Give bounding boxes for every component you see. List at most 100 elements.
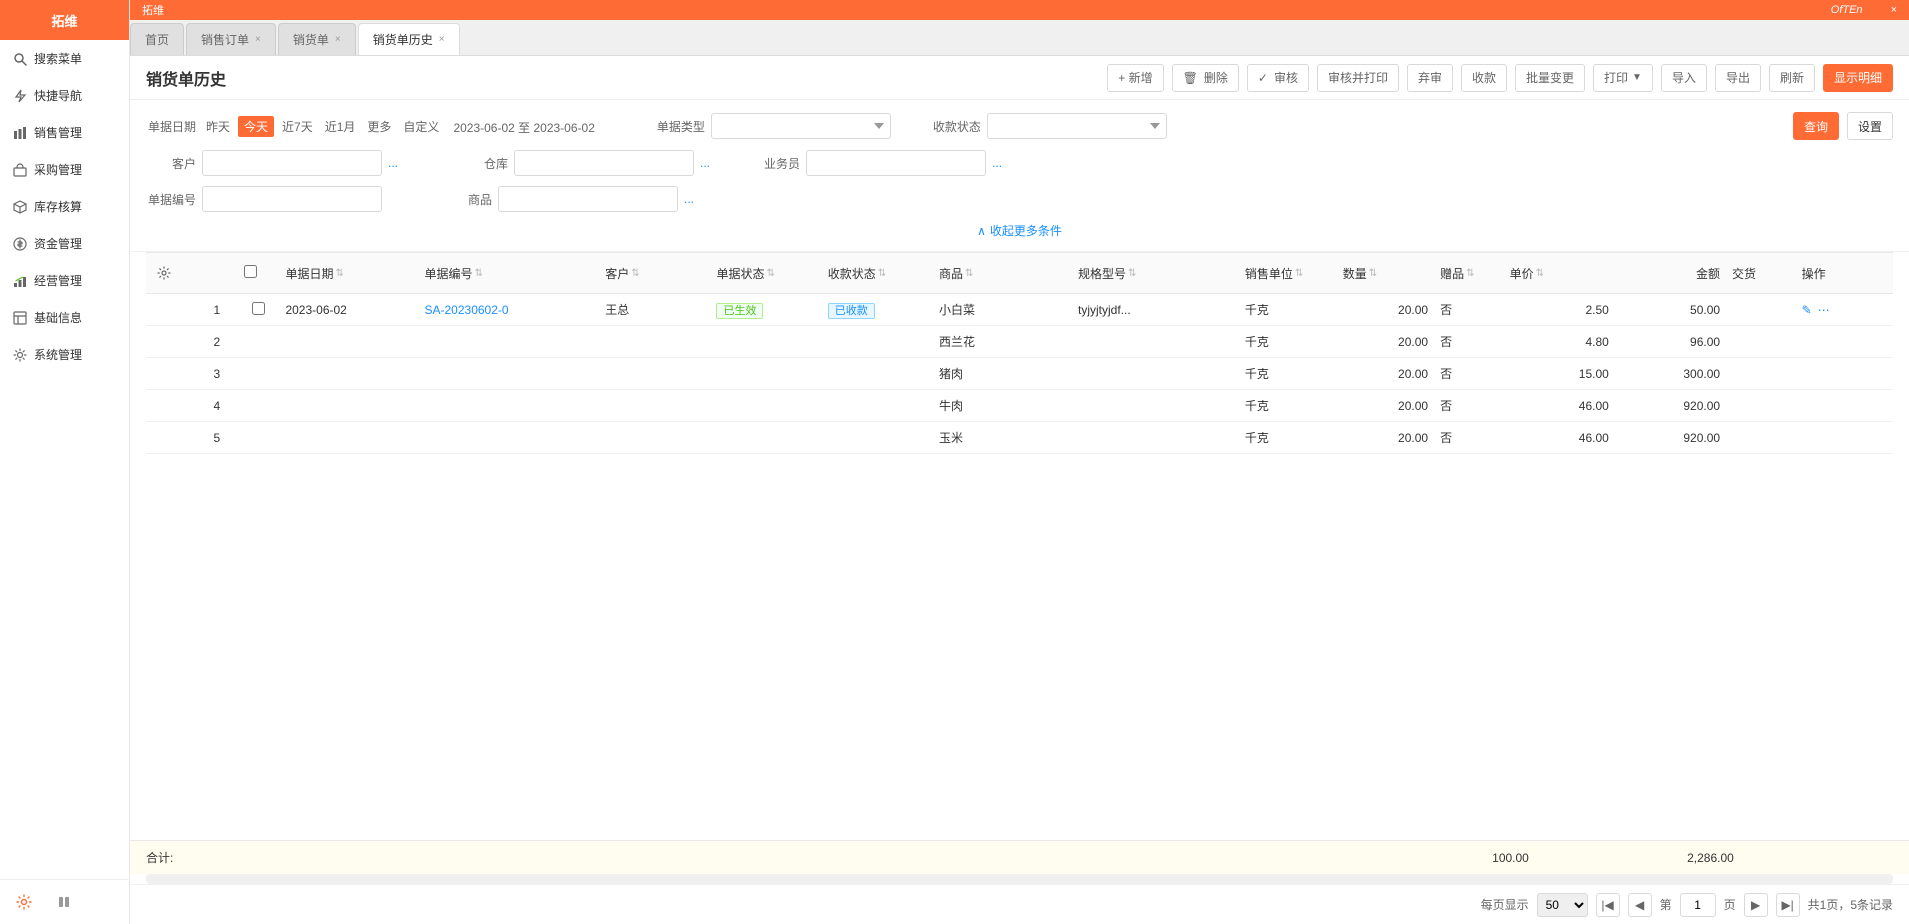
- doc-num-input[interactable]: [202, 186, 382, 212]
- sidebar-item-search-menu[interactable]: 搜索菜单: [0, 40, 129, 77]
- tab-close-sales-order[interactable]: ×: [255, 34, 261, 45]
- sidebar-item-operations[interactable]: 经营管理: [0, 262, 129, 299]
- sidebar-item-finance[interactable]: 资金管理: [0, 225, 129, 262]
- top-bar-right: OfTEn ×: [1831, 4, 1897, 16]
- window-close-btn[interactable]: ×: [1891, 4, 1897, 16]
- warehouse-input[interactable]: [514, 150, 694, 176]
- sidebar-logo: 拓维: [0, 0, 129, 40]
- tab-close-sales-goods[interactable]: ×: [335, 34, 341, 45]
- shortcut-more[interactable]: 更多: [363, 116, 395, 137]
- more-btn[interactable]: ⋯: [1818, 303, 1830, 317]
- th-unit[interactable]: 销售单位 ⇅: [1239, 253, 1337, 294]
- select-all-checkbox[interactable]: [244, 265, 257, 278]
- prev-page-btn[interactable]: ◀: [1628, 893, 1652, 917]
- td-checkbox[interactable]: [238, 390, 280, 422]
- abandon-btn[interactable]: 弃审: [1407, 64, 1453, 92]
- shortcut-last7[interactable]: 近7天: [278, 116, 317, 137]
- collect-btn[interactable]: 收款: [1461, 64, 1507, 92]
- audit-print-btn[interactable]: 审核并打印: [1317, 64, 1399, 92]
- td-checkbox[interactable]: [238, 294, 280, 326]
- td-checkbox[interactable]: [238, 358, 280, 390]
- import-btn[interactable]: 导入: [1661, 64, 1707, 92]
- th-checkbox[interactable]: [238, 253, 280, 294]
- td-checkbox[interactable]: [238, 326, 280, 358]
- td-doc-num: [419, 326, 600, 358]
- collapse-btn[interactable]: ∧ 收起更多条件: [146, 222, 1893, 239]
- shortcut-yesterday[interactable]: 昨天: [202, 116, 234, 137]
- th-pay-status[interactable]: 收款状态 ⇅: [822, 253, 933, 294]
- sidebar-item-purchase-mgmt[interactable]: 采购管理: [0, 151, 129, 188]
- td-unit: 千克: [1239, 422, 1337, 454]
- sidebar-item-label: 快捷导航: [34, 87, 82, 104]
- batch-change-btn[interactable]: 批量变更: [1515, 64, 1585, 92]
- tab-sales-history[interactable]: 销货单历史 ×: [358, 23, 460, 55]
- delete-btn[interactable]: 🗑 删除: [1172, 64, 1239, 92]
- settings-btn[interactable]: 设置: [1847, 112, 1893, 140]
- table-settings-btn[interactable]: [152, 261, 176, 285]
- td-price: 4.80: [1504, 326, 1615, 358]
- edit-btn[interactable]: ✎: [1802, 303, 1812, 317]
- last-page-btn[interactable]: ▶|: [1776, 893, 1800, 917]
- th-qty[interactable]: 数量 ⇅: [1337, 253, 1434, 294]
- tab-home[interactable]: 首页: [130, 23, 184, 55]
- print-btn[interactable]: 打印 ▼: [1593, 64, 1653, 92]
- first-page-btn[interactable]: |◀: [1596, 893, 1620, 917]
- shortcut-last1m[interactable]: 近1月: [321, 116, 360, 137]
- page-input[interactable]: [1680, 893, 1716, 917]
- pause-bottom-btn[interactable]: [52, 890, 76, 914]
- client-ellipsis-btn[interactable]: ...: [388, 156, 398, 170]
- th-goods[interactable]: 商品 ⇅: [933, 253, 1072, 294]
- action-btns: ✎ ⋯: [1802, 303, 1887, 317]
- goods-ellipsis-btn[interactable]: ...: [684, 192, 694, 206]
- new-btn[interactable]: + 新增: [1107, 64, 1163, 92]
- tab-sales-order[interactable]: 销售订单 ×: [186, 23, 276, 55]
- sidebar-item-basic-info[interactable]: 基础信息: [0, 299, 129, 336]
- filter-row-1: 单据日期 昨天 今天 近7天 近1月 更多 自定义 2023-06-02 至 2…: [146, 112, 1893, 140]
- shortcut-custom[interactable]: 自定义: [399, 116, 443, 137]
- td-num: 1: [196, 294, 238, 326]
- th-client[interactable]: 客户 ⇅: [599, 253, 710, 294]
- tab-close-sales-history[interactable]: ×: [439, 34, 445, 45]
- brand-label: 拓维: [142, 2, 164, 18]
- th-gift[interactable]: 赠品 ⇅: [1434, 253, 1504, 294]
- staff-ellipsis-btn[interactable]: ...: [992, 156, 1002, 170]
- refresh-btn[interactable]: 刷新: [1769, 64, 1815, 92]
- audit-btn[interactable]: ✓ 审核: [1247, 64, 1309, 92]
- th-doc-num[interactable]: 单据编号 ⇅: [419, 253, 600, 294]
- td-checkbox[interactable]: [238, 422, 280, 454]
- sidebar-item-system[interactable]: 系统管理: [0, 336, 129, 373]
- doc-num-link[interactable]: SA-20230602-0: [425, 303, 509, 317]
- sidebar-item-sales-mgmt[interactable]: 销售管理: [0, 114, 129, 151]
- pay-status-select[interactable]: [987, 113, 1167, 139]
- td-price: 15.00: [1504, 358, 1615, 390]
- shortcut-today[interactable]: 今天: [238, 116, 274, 137]
- date-filter-label: 单据日期: [146, 118, 196, 135]
- next-page-btn[interactable]: ▶: [1744, 893, 1768, 917]
- show-detail-btn[interactable]: 显示明细: [1823, 64, 1893, 92]
- goods-input[interactable]: [498, 186, 678, 212]
- th-doc-status[interactable]: 单据状态 ⇅: [710, 253, 821, 294]
- sidebar-item-inventory[interactable]: 库存核算: [0, 188, 129, 225]
- sort-goods-icon: ⇅: [965, 268, 973, 279]
- td-amount: 920.00: [1615, 390, 1726, 422]
- doc-type-filter: 单据类型: [655, 113, 891, 139]
- td-doc-status: [710, 358, 821, 390]
- tab-sales-goods[interactable]: 销货单 ×: [278, 23, 356, 55]
- table-row: 5 玉米 千克 20.00 否 46.00 920.00: [146, 422, 1893, 454]
- row-checkbox[interactable]: [252, 302, 265, 315]
- search-btn[interactable]: 查询: [1793, 112, 1839, 140]
- doc-type-select[interactable]: [711, 113, 891, 139]
- staff-input[interactable]: [806, 150, 986, 176]
- sidebar-item-label: 资金管理: [34, 235, 82, 252]
- table-header-row: 单据日期 ⇅ 单据编号 ⇅ 客户: [146, 253, 1893, 294]
- per-page-select[interactable]: 50 100 200: [1537, 893, 1588, 917]
- th-price[interactable]: 单价 ⇅: [1504, 253, 1615, 294]
- client-input[interactable]: [202, 150, 382, 176]
- settings-bottom-btn[interactable]: [12, 890, 36, 914]
- export-btn[interactable]: 导出: [1715, 64, 1761, 92]
- warehouse-ellipsis-btn[interactable]: ...: [700, 156, 710, 170]
- th-date[interactable]: 单据日期 ⇅: [279, 253, 418, 294]
- horizontal-scrollbar[interactable]: [146, 874, 1893, 884]
- sidebar-item-quick-nav[interactable]: 快捷导航: [0, 77, 129, 114]
- th-spec[interactable]: 规格型号 ⇅: [1072, 253, 1239, 294]
